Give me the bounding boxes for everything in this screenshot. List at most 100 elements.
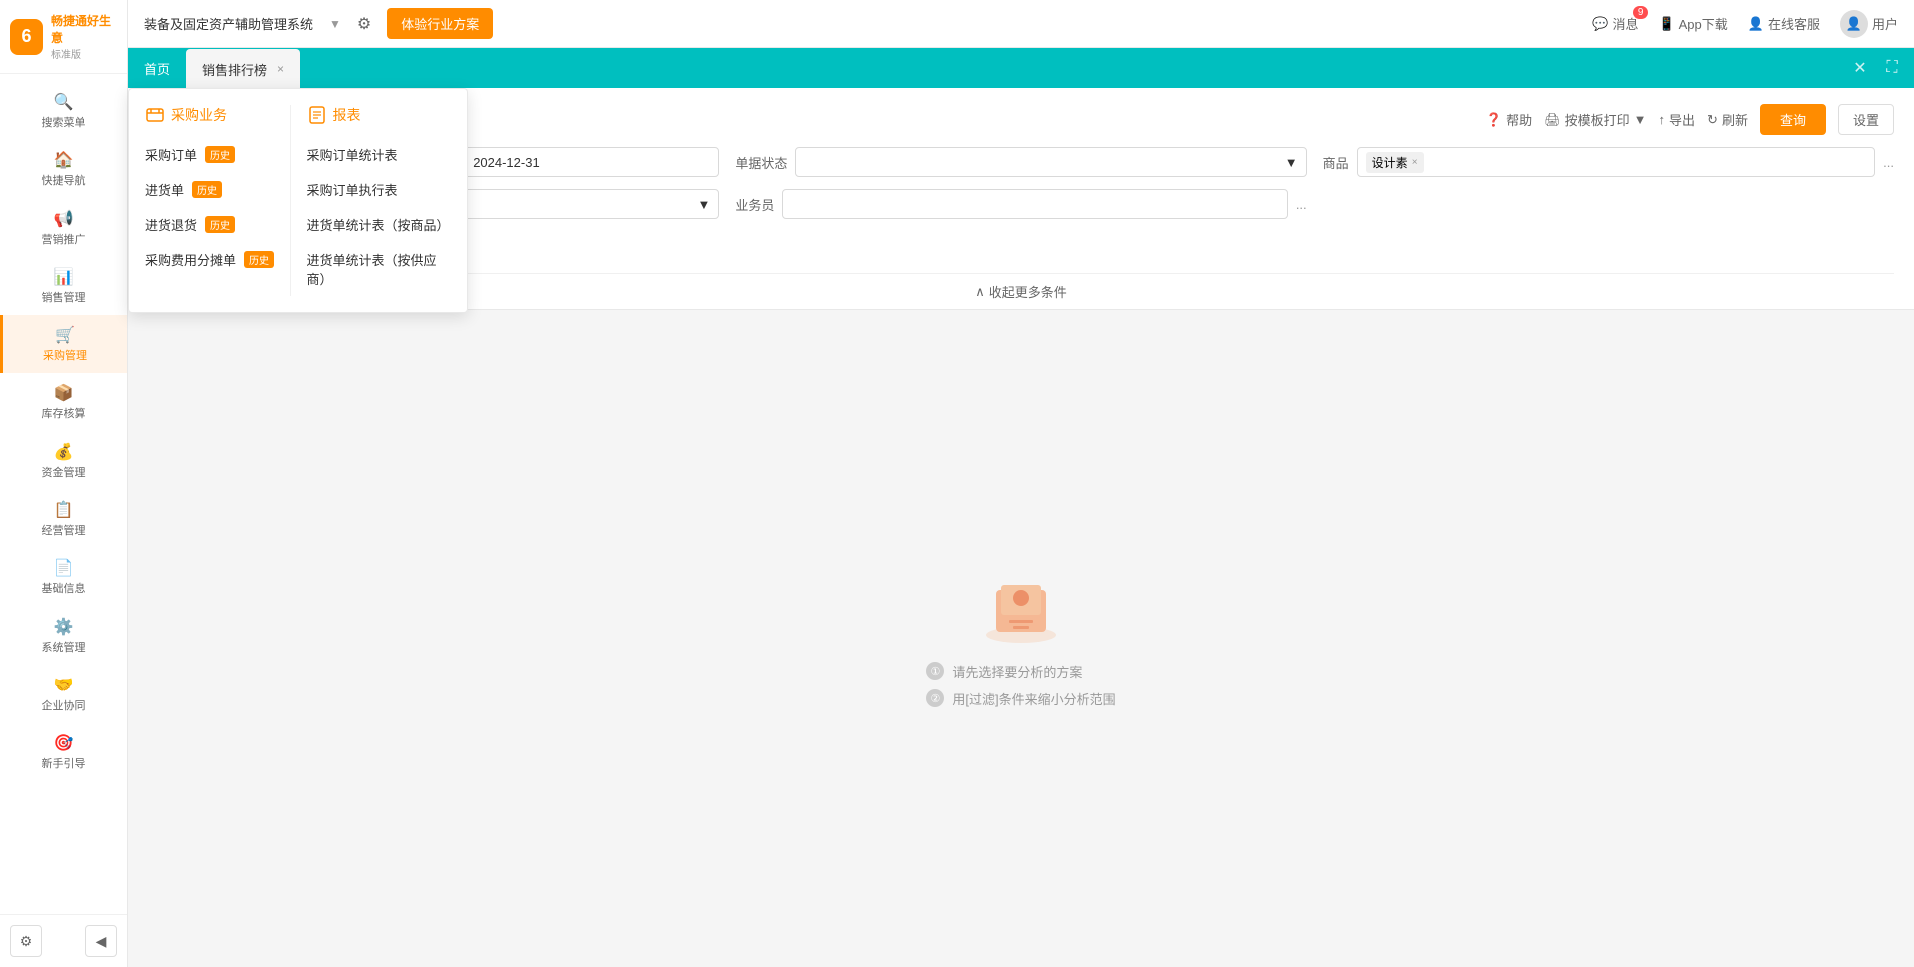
status-select[interactable]: ▼	[795, 147, 1306, 177]
empty-hint-2: ② 用[过滤]条件来缩小分析范围	[926, 689, 1115, 708]
search-icon: 🔍	[54, 92, 74, 112]
settings-btn[interactable]: 设置	[1838, 104, 1894, 135]
guide-icon: 🎯	[54, 733, 74, 753]
menu-item-purchase-expense[interactable]: 采购费用分摊单 历史	[145, 242, 290, 277]
goods-input[interactable]: 设计素 ×	[1357, 147, 1875, 177]
report-section: 报表 采购订单统计表 采购订单执行表 进货单统计表（按商品） 进货单统计表（按供…	[290, 105, 452, 296]
sidebar-item-system[interactable]: ⚙️ 系统管理	[0, 607, 127, 665]
basic-info-icon: 📄	[54, 558, 74, 578]
report-section-icon	[307, 105, 327, 125]
online-service-btn[interactable]: 👤 在线客服	[1748, 14, 1820, 33]
menu-item-inbound[interactable]: 进货单 历史	[145, 172, 290, 207]
tab-bar-right: ✕ ⛶	[1846, 54, 1914, 82]
purchase-dropdown-overlay: 采购业务 采购订单 历史 进货单 历史 进货退货 历史 采购费用分摊单 历史	[128, 88, 468, 313]
sidebar-item-marketing[interactable]: 📢 营销推广	[0, 199, 127, 257]
menu-item-purchase-order-stats[interactable]: 采购订单统计表	[307, 137, 452, 172]
goods-more-btn[interactable]: ...	[1883, 155, 1894, 170]
date-end-input[interactable]: 2024-12-31	[464, 147, 719, 177]
collapse-up-icon: ∧	[975, 284, 985, 300]
tab-bar: 首页 销售排行榜 × ✕ ⛶	[128, 48, 1914, 88]
tab-home[interactable]: 首页	[128, 48, 186, 88]
empty-state: ① 请先选择要分析的方案 ② 用[过滤]条件来缩小分析范围	[128, 310, 1914, 967]
hist-badge-inbound-return: 历史	[205, 216, 235, 233]
sidebar-item-guide[interactable]: 🎯 新手引导	[0, 723, 127, 781]
purchase-dropdown-menu: 采购业务 采购订单 历史 进货单 历史 进货退货 历史 采购费用分摊单 历史	[128, 88, 468, 313]
sidebar-item-quick-nav[interactable]: 🏠 快捷导航	[0, 140, 127, 198]
sidebar-nav: 🔍 搜索菜单 🏠 快捷导航 📢 营销推广 📊 销售管理 🛒 采购管理 📦	[0, 74, 127, 914]
header-right: 💬 消息 9 📱 App下载 👤 在线客服 👤 用户	[1592, 10, 1898, 38]
empty-hints: ① 请先选择要分析的方案 ② 用[过滤]条件来缩小分析范围	[926, 662, 1115, 708]
menu-item-inbound-stats-by-supplier[interactable]: 进货单统计表（按供应商）	[307, 242, 452, 296]
tab-close-icon[interactable]: ×	[277, 62, 284, 76]
query-btn[interactable]: 查询	[1760, 104, 1826, 135]
industry-solution-btn[interactable]: 体验行业方案	[387, 8, 493, 39]
export-icon: ↑	[1659, 112, 1666, 127]
report-section-header: 报表	[307, 105, 452, 125]
menu-item-inbound-stats-by-goods[interactable]: 进货单统计表（按商品）	[307, 207, 452, 242]
logo-icon: 6	[10, 19, 43, 55]
rank-select-dropdown-icon: ▼	[697, 197, 710, 212]
menu-item-purchase-order-exec[interactable]: 采购订单执行表	[307, 172, 452, 207]
empty-illustration	[971, 570, 1071, 650]
export-btn[interactable]: ↑ 导出	[1659, 110, 1696, 129]
phone-icon: 📱	[1658, 16, 1674, 32]
enterprise-icon: 🤝	[54, 675, 74, 695]
system-dropdown-icon[interactable]: ▼	[329, 17, 341, 31]
print-icon: 🖨	[1544, 112, 1561, 128]
service-icon: 👤	[1748, 16, 1764, 32]
sidebar-footer: ⚙ ◀	[0, 914, 127, 967]
message-btn[interactable]: 💬 消息 9	[1592, 14, 1638, 33]
status-filter: 单据状态 ▼	[735, 147, 1306, 177]
header-gear-icon[interactable]: ⚙	[357, 14, 371, 34]
operations-icon: 📋	[54, 500, 74, 520]
purchase-section: 采购业务 采购订单 历史 进货单 历史 进货退货 历史 采购费用分摊单 历史	[145, 105, 290, 296]
hint-num-1: ①	[926, 662, 944, 680]
goods-tag: 设计素 ×	[1366, 152, 1424, 173]
marketing-icon: 📢	[54, 209, 74, 229]
goods-tag-close[interactable]: ×	[1412, 157, 1418, 168]
help-btn[interactable]: ❓ 帮助	[1486, 110, 1532, 129]
system-icon: ⚙️	[54, 617, 74, 637]
app-download-btn[interactable]: 📱 App下载	[1658, 14, 1727, 33]
empty-hint-1: ① 请先选择要分析的方案	[926, 662, 1115, 681]
sidebar-settings-btn[interactable]: ⚙	[10, 925, 42, 957]
avatar-icon: 👤	[1840, 10, 1868, 38]
menu-item-purchase-order[interactable]: 采购订单 历史	[145, 137, 290, 172]
tab-close-all-icon[interactable]: ✕	[1846, 54, 1874, 82]
sidebar-item-basic-info[interactable]: 📄 基础信息	[0, 548, 127, 606]
logo-text: 畅捷通好生意 标准版	[51, 12, 117, 61]
refresh-icon: ↻	[1707, 112, 1718, 128]
message-icon: 💬	[1592, 16, 1608, 32]
tab-sales-ranking[interactable]: 销售排行榜 ×	[186, 49, 300, 89]
print-dropdown-icon: ▼	[1634, 112, 1647, 127]
system-title: 装备及固定资产辅助管理系统	[144, 14, 313, 33]
sidebar-item-search[interactable]: 🔍 搜索菜单	[0, 82, 127, 140]
user-btn[interactable]: 👤 用户	[1840, 10, 1898, 38]
help-icon: ❓	[1486, 112, 1502, 128]
home-icon: 🏠	[54, 150, 74, 170]
inventory-icon: 📦	[54, 383, 74, 403]
sidebar-item-finance[interactable]: 💰 资金管理	[0, 432, 127, 490]
logo-area: 6 畅捷通好生意 标准版	[0, 0, 127, 74]
hist-badge-purchase-expense: 历史	[244, 251, 274, 268]
print-btn[interactable]: 🖨 按模板打印 ▼	[1544, 110, 1646, 129]
salesperson-input[interactable]	[782, 189, 1287, 219]
hist-badge-inbound: 历史	[192, 181, 222, 198]
dropdown-sections: 采购业务 采购订单 历史 进货单 历史 进货退货 历史 采购费用分摊单 历史	[145, 105, 451, 296]
sidebar-collapse-btn[interactable]: ◀	[85, 925, 117, 957]
sidebar-item-enterprise[interactable]: 🤝 企业协同	[0, 665, 127, 723]
tab-maximize-icon[interactable]: ⛶	[1878, 54, 1906, 82]
refresh-btn[interactable]: ↻ 刷新	[1707, 110, 1748, 129]
sidebar-item-inventory[interactable]: 📦 库存核算	[0, 373, 127, 431]
menu-item-inbound-return[interactable]: 进货退货 历史	[145, 207, 290, 242]
sidebar-item-operations[interactable]: 📋 经营管理	[0, 490, 127, 548]
salesperson-more-btn[interactable]: ...	[1296, 197, 1307, 212]
message-badge: 9	[1633, 6, 1649, 19]
sidebar-item-purchase[interactable]: 🛒 采购管理	[0, 315, 127, 373]
purchase-section-header: 采购业务	[145, 105, 290, 125]
sidebar-item-sales[interactable]: 📊 销售管理	[0, 257, 127, 315]
salesperson-filter: 业务员 ...	[735, 189, 1306, 219]
sales-icon: 📊	[54, 267, 74, 287]
status-select-dropdown-icon: ▼	[1285, 155, 1298, 170]
purchase-section-icon	[145, 105, 165, 125]
